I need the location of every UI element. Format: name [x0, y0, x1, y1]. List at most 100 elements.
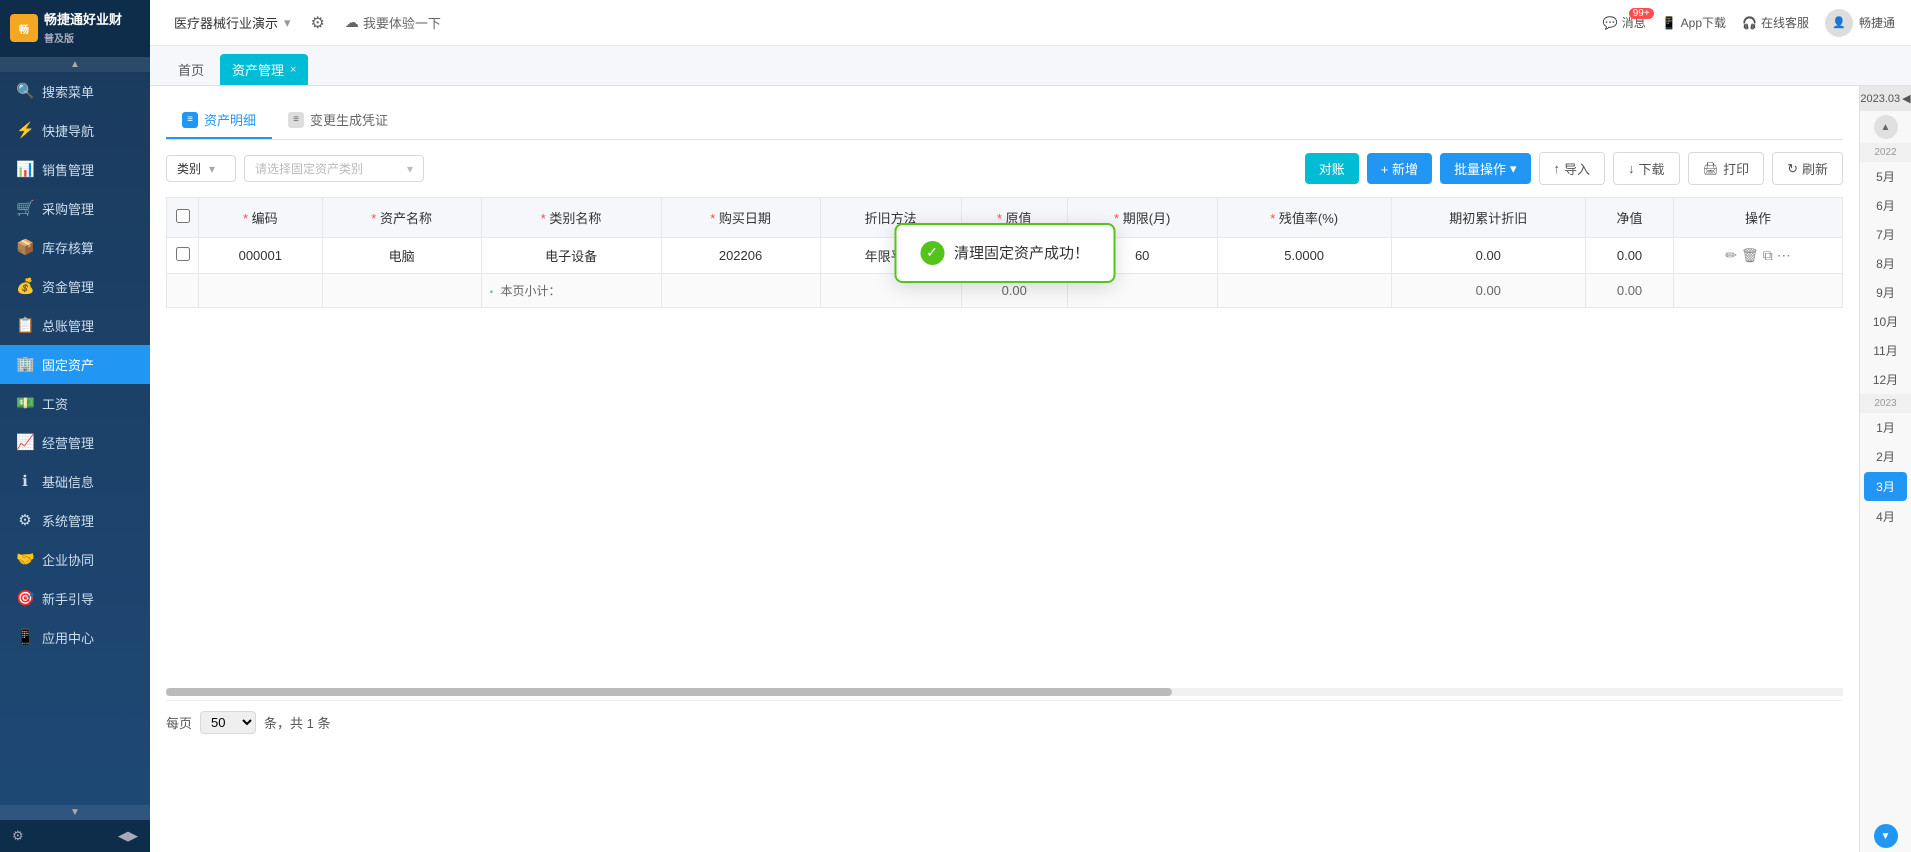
cal-month-2023-3[interactable]: 3月: [1864, 472, 1907, 501]
cal-month-10[interactable]: 10月: [1860, 307, 1911, 336]
category-filter[interactable]: 类别 ▾: [166, 155, 236, 182]
company-selector[interactable]: 医疗器械行业演示 ▾: [166, 9, 299, 36]
sidebar-item-sales[interactable]: 📊 销售管理: [0, 150, 150, 189]
sidebar-item-fixed-assets[interactable]: 🏢 固定资产: [0, 345, 150, 384]
category-filter-dropdown-icon: ▾: [209, 162, 215, 176]
th-name: * 资产名称: [322, 198, 481, 238]
cal-month-2023-4[interactable]: 4月: [1860, 502, 1911, 531]
cal-month-12[interactable]: 12月: [1860, 365, 1911, 394]
sidebar-item-wages-label: 工资: [42, 394, 68, 413]
toolbar: 类别 ▾ 请选择固定资产类别 ▾ 对账 + 新增: [166, 152, 1843, 185]
sidebar-item-enterprise[interactable]: 🤝 企业协同: [0, 540, 150, 579]
td-subtotal-empty3: [322, 274, 481, 308]
calendar-header[interactable]: 2023.03 ◀: [1860, 86, 1911, 111]
sub-tab-change-voucher[interactable]: ≡ 变更生成凭证: [272, 102, 404, 139]
message-button[interactable]: 💬 消息 99+: [1603, 14, 1646, 31]
category-input[interactable]: 请选择固定资产类别 ▾: [244, 155, 424, 182]
guide-icon: 🎯: [16, 589, 34, 607]
sidebar-item-ledger[interactable]: 📋 总账管理: [0, 306, 150, 345]
topbar-settings-icon[interactable]: ⚙: [311, 13, 325, 33]
sidebar-item-wages[interactable]: 💵 工资: [0, 384, 150, 423]
cal-month-9[interactable]: 9月: [1860, 278, 1911, 307]
reconcile-label: 对账: [1319, 159, 1345, 178]
th-residual-rate: * 残值率(%): [1217, 198, 1391, 238]
tab-close-icon[interactable]: ×: [290, 64, 296, 76]
cal-month-7[interactable]: 7月: [1860, 220, 1911, 249]
print-button[interactable]: 🖨 打印: [1688, 152, 1765, 185]
cal-month-11[interactable]: 11月: [1860, 336, 1911, 365]
success-toast: ✓ 清理固定资产成功！: [894, 223, 1115, 283]
download-button[interactable]: ↓ 下载: [1613, 152, 1680, 185]
topbar: 医疗器械行业演示 ▾ ⚙ ☁ 我要体验一下 💬 消息 99+ 📱 App下载 🎧…: [150, 0, 1911, 46]
app-download-button[interactable]: 📱 App下载: [1662, 14, 1726, 31]
page-size-select[interactable]: 50 10 20 100: [200, 711, 256, 734]
sidebar-scroll-down[interactable]: ▼: [0, 805, 150, 820]
content-area: ≡ 资产明细 ≡ 变更生成凭证 类别 ▾ 请选择固定资产类别: [150, 86, 1911, 852]
year-2023-label: 2023: [1860, 394, 1911, 413]
refresh-button[interactable]: ↻ 刷新: [1772, 152, 1843, 185]
select-all-checkbox[interactable]: [176, 209, 190, 223]
batch-button[interactable]: 批量操作 ▾: [1440, 153, 1531, 184]
sidebar-header: 畅 畅捷通好业财 普及版: [0, 0, 150, 57]
cal-month-6[interactable]: 6月: [1860, 191, 1911, 220]
calendar-collapse-icon: ◀: [1902, 92, 1910, 105]
category-filter-label: 类别: [177, 160, 201, 177]
experience-label: 我要体验一下: [363, 13, 441, 32]
sidebar-item-enterprise-label: 企业协同: [42, 550, 94, 569]
row-checkbox[interactable]: [176, 247, 190, 261]
app-edition: 普及版: [44, 30, 122, 45]
cal-month-5[interactable]: 5月: [1860, 162, 1911, 191]
sidebar-item-inventory[interactable]: 📦 库存核算: [0, 228, 150, 267]
calendar-year-month: 2023.03: [1860, 93, 1900, 105]
operations-icon: 📈: [16, 433, 34, 451]
import-button[interactable]: ↑ 导入: [1539, 152, 1606, 185]
customer-service-button[interactable]: 🎧 在线客服: [1742, 14, 1809, 31]
horizontal-scrollbar[interactable]: [166, 688, 1843, 696]
tabbar: 首页 资产管理 ×: [150, 46, 1911, 86]
copy-icon[interactable]: ⧉: [1763, 247, 1773, 264]
sidebar-item-app-center[interactable]: 📱 应用中心: [0, 618, 150, 657]
edit-icon[interactable]: ✏: [1725, 247, 1737, 264]
sidebar-scroll-up[interactable]: ▲: [0, 57, 150, 72]
cal-month-8[interactable]: 8月: [1860, 249, 1911, 278]
sidebar-item-system[interactable]: ⚙ 系统管理: [0, 501, 150, 540]
ledger-icon: 📋: [16, 316, 34, 334]
print-label: 打印: [1723, 159, 1749, 178]
delete-icon[interactable]: 🗑: [1741, 247, 1759, 264]
cal-month-2023-2[interactable]: 2月: [1860, 442, 1911, 471]
th-operation: 操作: [1674, 198, 1843, 238]
experience-button[interactable]: ☁ 我要体验一下: [345, 13, 441, 32]
batch-dropdown-icon: ▾: [1510, 161, 1517, 177]
settings-icon[interactable]: ⚙: [12, 828, 24, 844]
more-icon[interactable]: ⋯: [1777, 247, 1791, 264]
basic-info-icon: ℹ: [16, 472, 34, 490]
sidebar-item-basic-info-label: 基础信息: [42, 472, 94, 491]
calendar-scroll-up[interactable]: ▲: [1874, 115, 1898, 139]
sidebar-item-search-label: 搜索菜单: [42, 82, 94, 101]
user-profile[interactable]: 👤 畅捷通: [1825, 9, 1895, 37]
scrollbar-thumb[interactable]: [166, 688, 1172, 696]
sidebar-item-quick-nav[interactable]: ⚡ 快捷导航: [0, 111, 150, 150]
sub-tab-asset-detail[interactable]: ≡ 资产明细: [166, 102, 272, 139]
sidebar-item-purchase-label: 采购管理: [42, 199, 94, 218]
sidebar-item-purchase[interactable]: 🛒 采购管理: [0, 189, 150, 228]
sidebar-item-basic-info[interactable]: ℹ 基础信息: [0, 462, 150, 501]
td-subtotal-op: [1674, 274, 1843, 308]
cal-month-2023-1[interactable]: 1月: [1860, 413, 1911, 442]
th-checkbox: [167, 198, 199, 238]
new-button[interactable]: + 新增: [1367, 153, 1432, 184]
th-code: * 编码: [199, 198, 323, 238]
tab-home[interactable]: 首页: [166, 54, 216, 85]
calendar-scroll-down[interactable]: ▼: [1874, 824, 1898, 848]
td-subtotal-date: [661, 274, 820, 308]
tab-asset-management[interactable]: 资产管理 ×: [220, 54, 308, 85]
batch-label: 批量操作: [1454, 159, 1506, 178]
sidebar-item-operations[interactable]: 📈 经营管理: [0, 423, 150, 462]
sidebar-item-search[interactable]: 🔍 搜索菜单: [0, 72, 150, 111]
th-initial-accumulated: 期初累计折旧: [1391, 198, 1585, 238]
sidebar-item-funds[interactable]: 💰 资金管理: [0, 267, 150, 306]
sidebar-nav: 🔍 搜索菜单 ⚡ 快捷导航 📊 销售管理 🛒 采购管理 📦 库存核算 💰 资金管…: [0, 72, 150, 805]
sidebar-item-guide[interactable]: 🎯 新手引导: [0, 579, 150, 618]
reconcile-button[interactable]: 对账: [1305, 153, 1359, 184]
collapse-sidebar-icon[interactable]: ◀▶: [118, 828, 138, 844]
